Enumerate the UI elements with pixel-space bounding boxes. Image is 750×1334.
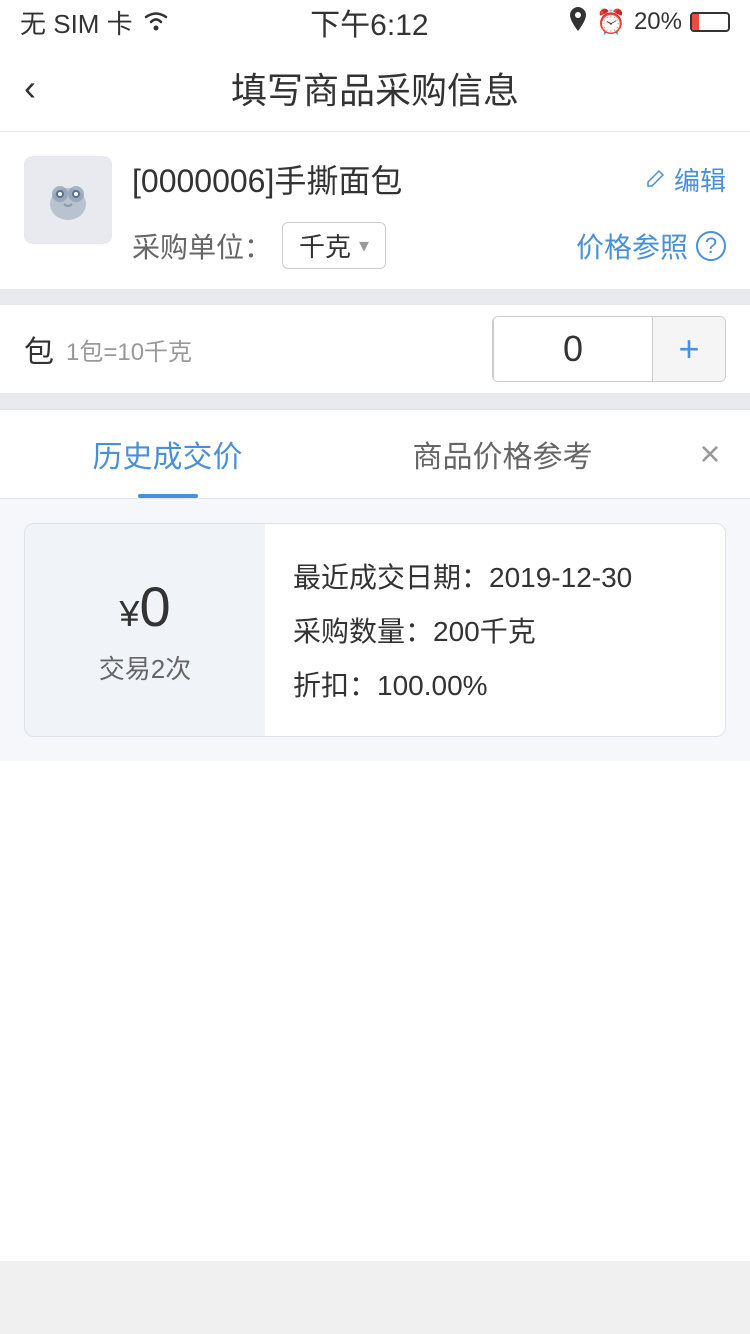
quantity-control: 0 + (492, 316, 726, 382)
card-details: 最近成交日期：2019-12-30 采购数量：200千克 折扣：100.00% (265, 524, 725, 736)
price-ref-button[interactable]: 价格参照 ? (576, 226, 726, 266)
price-display: ¥0 (119, 574, 170, 639)
panel-close-button[interactable]: × (670, 433, 750, 475)
tab-price-reference[interactable]: 商品价格参考 (335, 410, 670, 498)
wifi-icon (141, 7, 171, 38)
purchase-qty-row: 采购数量：200千克 (293, 610, 697, 650)
carrier-text: 无 SIM 卡 (20, 4, 133, 41)
nav-bar: ‹ 填写商品采购信息 (0, 44, 750, 132)
product-name: [0000006]手撕面包 (132, 156, 402, 202)
location-icon (568, 7, 588, 38)
unit-badge: 包 (24, 327, 54, 371)
back-button[interactable]: ‹ (24, 67, 36, 109)
trade-count: 交易2次 (99, 649, 191, 686)
card-price-summary: ¥0 交易2次 (25, 524, 265, 736)
alarm-icon: ⏰ (596, 8, 626, 37)
tab-history-price[interactable]: 历史成交价 (0, 410, 335, 498)
price-symbol: ¥ (119, 593, 139, 634)
discount-row: 折扣：100.00% (293, 664, 697, 704)
price-value: 0 (139, 575, 170, 638)
history-card: ¥0 交易2次 最近成交日期：2019-12-30 采购数量：200千克 折扣：… (24, 523, 726, 737)
edit-button[interactable]: 编辑 (644, 161, 726, 198)
unit-selector[interactable]: 千克 ▾ (282, 222, 386, 269)
tab-underline (138, 494, 198, 498)
product-section: [0000006]手撕面包 编辑 采购单位： 千克 ▾ 价格 (0, 132, 750, 289)
price-ref-help-icon: ? (696, 231, 726, 261)
section-divider-2 (0, 393, 750, 409)
quantity-section: 包 1包=10千克 0 + (0, 305, 750, 393)
dropdown-arrow: ▾ (359, 233, 369, 258)
panel-container: 历史成交价 商品价格参考 × ¥0 交易2次 最近成交日期：2019-12-30… (0, 409, 750, 761)
status-right: ⏰ 20% (568, 7, 730, 38)
recent-date-row: 最近成交日期：2019-12-30 (293, 556, 697, 596)
battery-text: 20% (634, 8, 682, 36)
status-bar: 无 SIM 卡 下午6:12 ⏰ 20% (0, 0, 750, 44)
status-time: 下午6:12 (310, 0, 428, 44)
status-left: 无 SIM 卡 (20, 4, 171, 41)
page-title: 填写商品采购信息 (231, 62, 519, 114)
quantity-input[interactable]: 0 (493, 317, 653, 381)
tabs-row: 历史成交价 商品价格参考 × (0, 410, 750, 499)
battery-icon (690, 12, 730, 32)
quantity-plus-button[interactable]: + (653, 317, 725, 381)
empty-area (0, 761, 750, 1261)
unit-label: 采购单位： (132, 226, 272, 266)
card-container: ¥0 交易2次 最近成交日期：2019-12-30 采购数量：200千克 折扣：… (0, 499, 750, 761)
unit-conversion: 1包=10千克 (66, 332, 192, 367)
section-divider (0, 289, 750, 305)
product-thumbnail (24, 156, 112, 244)
product-info: [0000006]手撕面包 编辑 采购单位： 千克 ▾ 价格 (132, 156, 726, 269)
